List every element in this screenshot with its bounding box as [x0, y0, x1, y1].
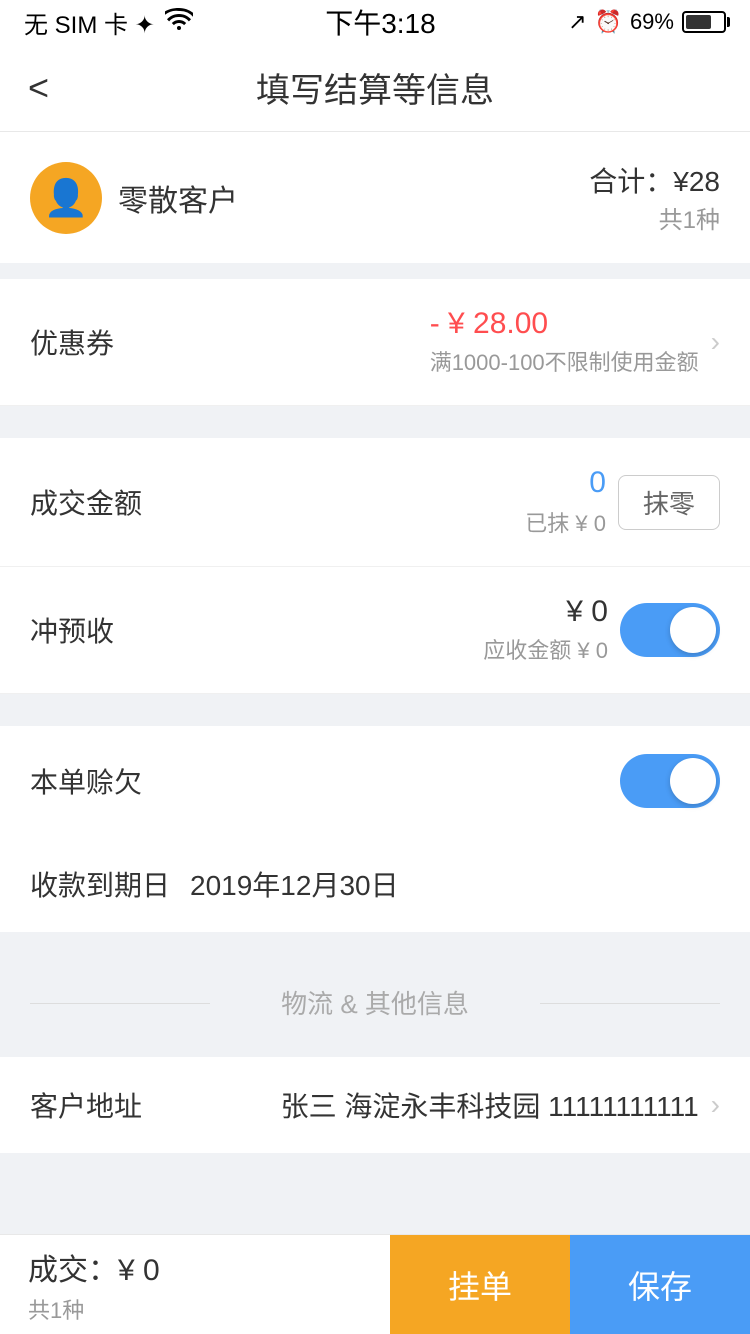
due-date-value: 2019年12月30日: [190, 864, 399, 904]
divider-4: [0, 1041, 750, 1057]
pending-button[interactable]: 挂单: [390, 1235, 570, 1334]
prepayment-label: 冲预收: [30, 610, 114, 650]
coupon-value: - ¥ 28.00: [430, 307, 699, 341]
bottom-count: 共1种: [28, 1293, 362, 1325]
prepayment-toggle[interactable]: [620, 603, 720, 657]
customer-info-right: 合计：¥28 共1种: [589, 160, 720, 235]
location-icon: ↗: [568, 9, 586, 35]
battery-icon: [682, 11, 726, 33]
customer-avatar: 👤: [30, 162, 102, 234]
due-date-row[interactable]: 收款到期日 2019年12月30日: [0, 836, 750, 932]
address-chevron-icon: ›: [711, 1089, 720, 1121]
transaction-amount-block: 0 已抹 ¥ 0: [525, 466, 606, 538]
logistics-section-header: 物流 & 其他信息: [0, 964, 750, 1041]
bottom-transaction-label: 成交：: [28, 1254, 118, 1287]
prepayment-amount: ¥ 0: [483, 595, 608, 629]
customer-row[interactable]: 👤 零散客户 合计：¥28 共1种: [0, 132, 750, 263]
credit-toggle[interactable]: [620, 754, 720, 808]
logistics-label: 物流 & 其他信息: [281, 989, 469, 1019]
prepayment-row: 冲预收 ¥ 0 应收金额 ¥ 0: [0, 567, 750, 694]
due-date-label: 收款到期日: [30, 864, 170, 904]
prepayment-sub: 应收金额 ¥ 0: [483, 633, 608, 665]
bottom-transaction-value: ¥ 0: [118, 1254, 160, 1287]
address-label: 客户地址: [30, 1085, 142, 1125]
prepayment-right: ¥ 0 应收金额 ¥ 0: [483, 595, 720, 665]
page-title: 填写结算等信息: [256, 63, 494, 112]
status-bar-time: 下午3:18: [325, 2, 436, 42]
battery-percent: 69%: [630, 9, 674, 35]
divider-2: [0, 710, 750, 726]
save-button[interactable]: 保存: [570, 1235, 750, 1334]
divider-3: [0, 948, 750, 964]
nav-bar: < 填写结算等信息: [0, 44, 750, 132]
coupon-right: - ¥ 28.00 满1000-100不限制使用金额 ›: [430, 307, 720, 377]
credit-label: 本单赊欠: [30, 761, 142, 801]
coupon-section: 优惠券 - ¥ 28.00 满1000-100不限制使用金额 ›: [0, 279, 750, 406]
transaction-label: 成交金额: [30, 482, 142, 522]
customer-count: 共1种: [589, 200, 720, 235]
credit-section: 本单赊欠 收款到期日 2019年12月30日: [0, 726, 750, 932]
bottom-info: 成交：¥ 0 共1种: [0, 1235, 390, 1334]
coupon-value-block: - ¥ 28.00 满1000-100不限制使用金额: [430, 307, 699, 377]
credit-row: 本单赊欠: [0, 726, 750, 836]
credit-toggle-knob: [670, 758, 716, 804]
coupon-label: 优惠券: [30, 322, 114, 362]
coupon-chevron-icon: ›: [711, 326, 720, 358]
address-row[interactable]: 客户地址 张三 海淀永丰科技园 11111111111 ›: [0, 1057, 750, 1153]
customer-info-left: 👤 零散客户: [30, 162, 238, 234]
status-bar: 无 SIM 卡 ✦ 下午3:18 ↗ ⏰ 69%: [0, 0, 750, 44]
transaction-sub: 已抹 ¥ 0: [525, 506, 606, 538]
sim-status: 无 SIM 卡 ✦: [24, 5, 155, 40]
wifi-icon: [165, 8, 193, 37]
coupon-row[interactable]: 优惠券 - ¥ 28.00 满1000-100不限制使用金额 ›: [0, 279, 750, 406]
address-right: 张三 海淀永丰科技园 11111111111 ›: [281, 1085, 720, 1125]
bottom-transaction: 成交：¥ 0: [28, 1245, 362, 1289]
transaction-amount-row: 成交金额 0 已抹 ¥ 0 抹零: [0, 438, 750, 567]
alarm-icon: ⏰: [595, 9, 622, 35]
round-zero-button[interactable]: 抹零: [618, 475, 720, 530]
transaction-right: 0 已抹 ¥ 0 抹零: [525, 466, 720, 538]
divider-1: [0, 422, 750, 438]
address-value: 张三 海淀永丰科技园 11111111111: [281, 1085, 699, 1125]
bottom-bar: 成交：¥ 0 共1种 挂单 保存: [0, 1234, 750, 1334]
coupon-desc: 满1000-100不限制使用金额: [430, 345, 699, 377]
status-bar-left: 无 SIM 卡 ✦: [24, 5, 193, 40]
toggle-knob: [670, 607, 716, 653]
customer-total: 合计：¥28: [589, 160, 720, 200]
transaction-value[interactable]: 0: [525, 466, 606, 500]
content-area: 👤 零散客户 合计：¥28 共1种 优惠券 - ¥ 28.00 满1000-10…: [0, 132, 750, 1289]
back-button[interactable]: <: [28, 67, 49, 109]
address-section: 客户地址 张三 海淀永丰科技园 11111111111 ›: [0, 1057, 750, 1153]
transaction-section: 成交金额 0 已抹 ¥ 0 抹零 冲预收 ¥ 0 应收金额 ¥ 0: [0, 438, 750, 694]
status-bar-right: ↗ ⏰ 69%: [568, 9, 726, 35]
prepayment-amount-block: ¥ 0 应收金额 ¥ 0: [483, 595, 608, 665]
customer-name: 零散客户: [118, 176, 238, 220]
